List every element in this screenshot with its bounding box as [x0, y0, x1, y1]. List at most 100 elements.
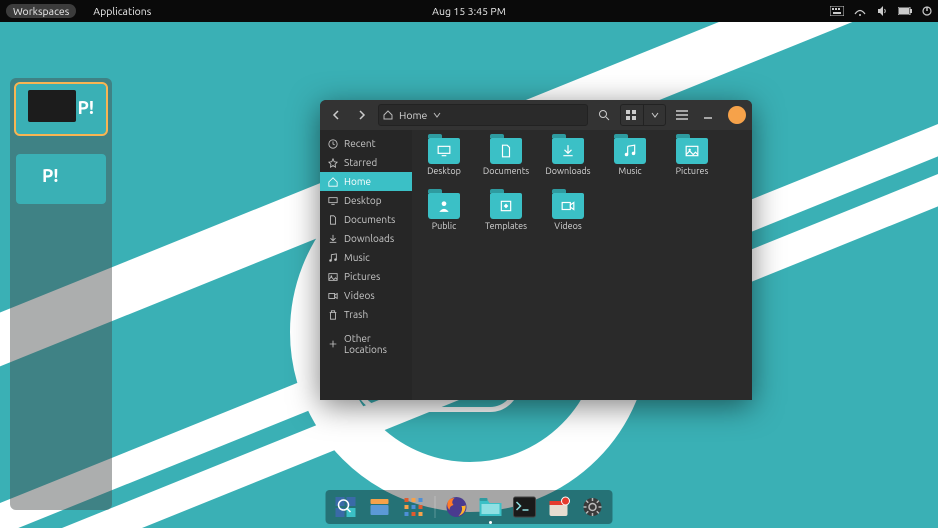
status-area[interactable] [830, 5, 932, 17]
file-manager-body: Recent Starred Home Desktop Documents Downloa… [320, 130, 752, 400]
star-icon [328, 158, 338, 168]
folder-pictures[interactable]: Pictures [670, 138, 714, 177]
dock-item-firefox[interactable] [443, 493, 471, 521]
minimize-button[interactable] [698, 104, 718, 126]
view-toggle-button[interactable] [621, 104, 643, 126]
desktop: P! P! Home [0, 22, 938, 528]
sidebar-item-label: Documents [344, 214, 395, 225]
sidebar-item-label: Pictures [344, 271, 380, 282]
workspace-window-preview [28, 90, 76, 122]
folder-public[interactable]: Public [422, 193, 466, 232]
dock-item-applications[interactable] [366, 493, 394, 521]
folder-label: Downloads [545, 167, 590, 177]
chevron-down-icon [433, 111, 441, 119]
sidebar-item-label: Home [344, 176, 371, 187]
sidebar-item-label: Music [344, 252, 370, 263]
folder-label: Music [618, 167, 641, 177]
sidebar-item-label: Recent [344, 138, 376, 149]
sidebar-item-documents[interactable]: Documents [320, 210, 412, 229]
video-icon [328, 291, 338, 301]
sidebar-item-home[interactable]: Home [320, 172, 412, 191]
search-button[interactable] [594, 104, 614, 126]
sidebar-item-desktop[interactable]: Desktop [320, 191, 412, 210]
folder-icon [552, 193, 584, 219]
back-button[interactable] [326, 104, 346, 126]
folder-label: Pictures [676, 167, 709, 177]
dock-separator [435, 496, 436, 518]
folder-music[interactable]: Music [608, 138, 652, 177]
search-icon [598, 109, 610, 121]
sidebar-item-label: Desktop [344, 195, 382, 206]
dock-item-pop-shop[interactable] [545, 493, 573, 521]
pop-logo-icon: P! [78, 98, 94, 118]
folder-icon [428, 138, 460, 164]
sidebar-item-other-locations[interactable]: Other Locations [320, 334, 412, 353]
sidebar-item-pictures[interactable]: Pictures [320, 267, 412, 286]
close-button[interactable] [728, 106, 746, 124]
folder-label: Desktop [427, 167, 461, 177]
workspace-switcher: P! P! [10, 78, 112, 510]
view-controls [620, 104, 666, 126]
sidebar-item-label: Trash [344, 309, 368, 320]
folder-documents[interactable]: Documents [484, 138, 528, 177]
battery-icon [898, 7, 912, 15]
sidebar-item-label: Starred [344, 157, 377, 168]
path-bar[interactable]: Home [378, 104, 588, 126]
workspace-thumb-1[interactable]: P! [16, 84, 106, 134]
sidebar-item-starred[interactable]: Starred [320, 153, 412, 172]
home-icon [328, 177, 338, 187]
sidebar-item-trash[interactable]: Trash [320, 305, 412, 324]
workspace-filler [16, 224, 106, 504]
workspace-thumb-2[interactable]: P! [16, 154, 106, 204]
sidebar-item-music[interactable]: Music [320, 248, 412, 267]
applications-button[interactable]: Applications [86, 4, 158, 18]
file-manager-window: Home RecentStarredH [320, 100, 752, 400]
folder-downloads[interactable]: Downloads [546, 138, 590, 177]
folder-icon [490, 193, 522, 219]
home-icon [383, 110, 393, 120]
folder-label: Templates [485, 222, 527, 232]
desktop-icon [328, 196, 338, 206]
top-bar: Workspaces Applications Aug 15 3:45 PM [0, 0, 938, 22]
folder-videos[interactable]: Videos [546, 193, 590, 232]
volume-icon [876, 5, 888, 17]
sidebar-item-videos[interactable]: Videos [320, 286, 412, 305]
pop-logo-icon: P! [42, 166, 58, 186]
clock[interactable]: Aug 15 3:45 PM [432, 5, 506, 17]
trash-icon [328, 310, 338, 320]
music-icon [328, 253, 338, 263]
dock-item-files[interactable] [477, 493, 505, 521]
sidebar-item-recent[interactable]: Recent [320, 134, 412, 153]
folder-icon [490, 138, 522, 164]
file-manager-headerbar: Home [320, 100, 752, 130]
power-icon [922, 6, 932, 16]
folder-icon [676, 138, 708, 164]
dock-item-launcher[interactable] [400, 493, 428, 521]
sidebar: Recent Starred Home Desktop Documents Downloa… [320, 130, 412, 400]
sidebar-item-label: Videos [344, 290, 375, 301]
forward-button[interactable] [352, 104, 372, 126]
plus-icon [328, 339, 338, 349]
hamburger-menu-button[interactable] [672, 104, 692, 126]
dock-item-workspaces[interactable] [332, 493, 360, 521]
folder-icon [428, 193, 460, 219]
dock-item-settings[interactable] [579, 493, 607, 521]
folder-icon [614, 138, 646, 164]
path-segment-home[interactable]: Home [399, 109, 427, 121]
folder-label: Videos [554, 222, 582, 232]
sidebar-item-label: Downloads [344, 233, 394, 244]
keyboard-icon [830, 6, 844, 16]
view-dropdown-button[interactable] [643, 104, 665, 126]
sidebar-item-label: Other Locations [344, 333, 404, 355]
dock-item-terminal[interactable] [511, 493, 539, 521]
folder-label: Documents [483, 167, 529, 177]
folder-view[interactable]: Desktop Documents Downloads Music Pictures Pu… [412, 130, 752, 400]
workspaces-button[interactable]: Workspaces [6, 4, 76, 18]
folder-desktop[interactable]: Desktop [422, 138, 466, 177]
folder-templates[interactable]: Templates [484, 193, 528, 232]
folder-icon [552, 138, 584, 164]
folder-label: Public [432, 222, 457, 232]
clock-icon [328, 139, 338, 149]
hamburger-icon [676, 110, 688, 120]
sidebar-item-downloads[interactable]: Downloads [320, 229, 412, 248]
